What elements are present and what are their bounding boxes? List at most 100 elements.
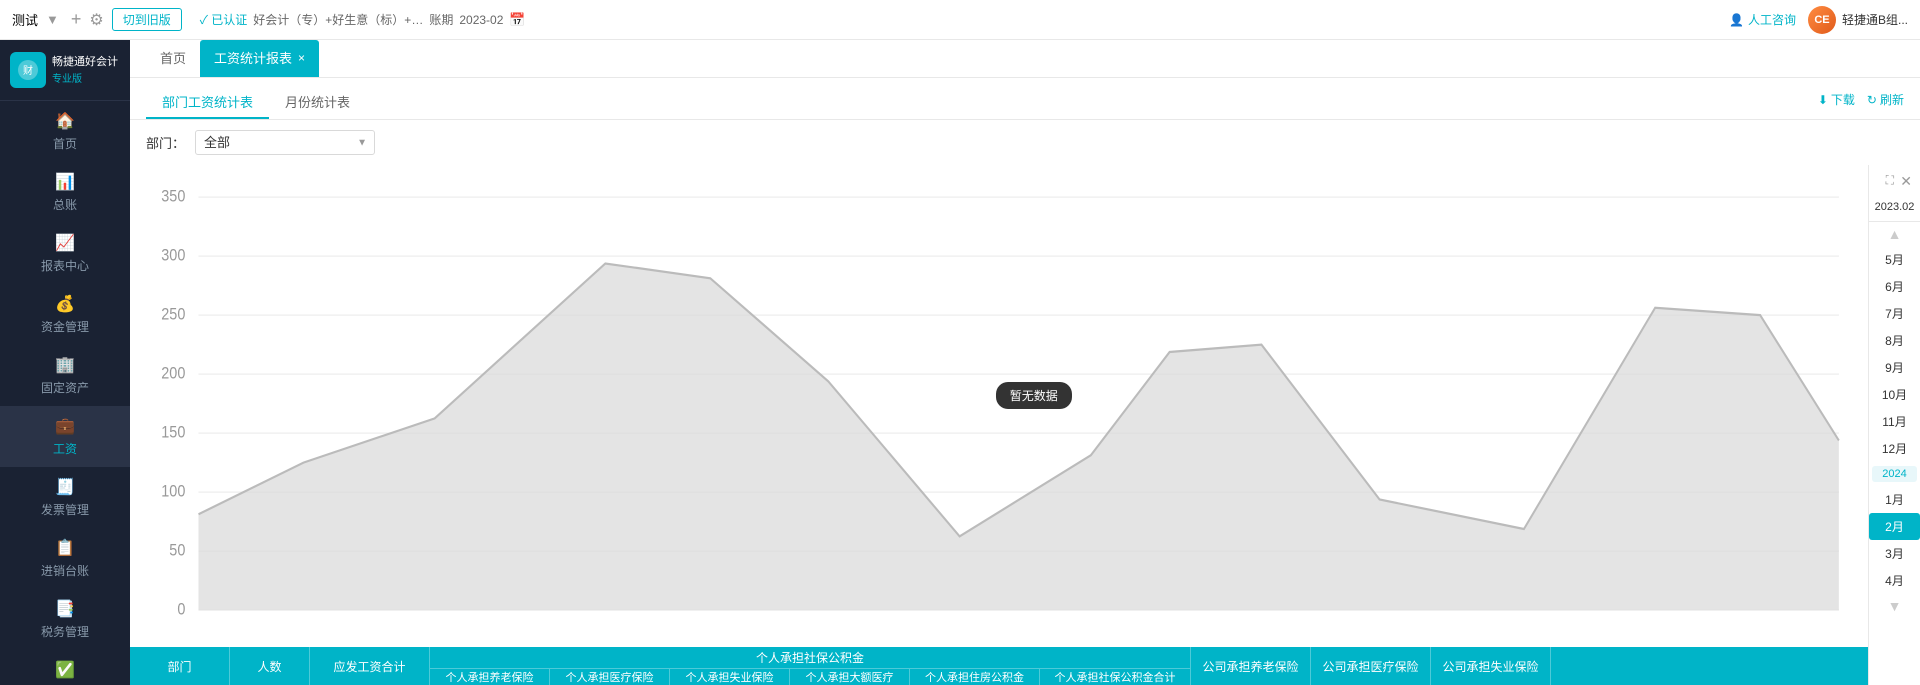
sales-icon: 📋 bbox=[55, 538, 75, 558]
filter-label: 部门： bbox=[146, 133, 185, 152]
period-label: 账期 bbox=[429, 11, 453, 28]
header-dropdown-arrow[interactable]: ▼ bbox=[46, 12, 59, 27]
dept-select[interactable]: 全部 财务部 人事部 销售部 技术部 bbox=[195, 130, 375, 155]
sidebar-item-settle[interactable]: ✅ 结账 bbox=[0, 650, 130, 685]
inner-content: 部门工资统计表 月份统计表 ⬇ 下载 ↻ 刷新 bbox=[130, 78, 1920, 685]
rs-month-1[interactable]: 1月 bbox=[1869, 486, 1920, 513]
col-personal-housing-fund: 个人承担住房公积金 bbox=[910, 669, 1040, 685]
group-personal-social: 个人承担社保公积金 个人承担养老保险 个人承担医疗保险 个人承担失业保险 个人承… bbox=[430, 647, 1191, 685]
chart-svg: 350 300 250 200 150 100 50 0 bbox=[146, 175, 1852, 647]
funds-icon: 💰 bbox=[55, 294, 75, 314]
help-label: 人工咨询 bbox=[1748, 11, 1796, 28]
tab-salary-label: 工资统计报表 bbox=[214, 48, 292, 67]
rs-month-2[interactable]: 2月 bbox=[1869, 513, 1920, 540]
sidebar-item-invoice[interactable]: 🧾 发票管理 bbox=[0, 467, 130, 528]
rs-month-3[interactable]: 3月 bbox=[1869, 540, 1920, 567]
svg-text:350: 350 bbox=[161, 188, 185, 206]
rs-month-5[interactable]: 5月 bbox=[1869, 246, 1920, 273]
tax-icon: 📑 bbox=[55, 599, 75, 619]
sidebar-item-label: 发票管理 bbox=[41, 501, 89, 518]
rs-month-11[interactable]: 11月 bbox=[1869, 408, 1920, 435]
sidebar-item-label: 首页 bbox=[53, 135, 77, 152]
svg-text:50: 50 bbox=[169, 542, 185, 560]
sidebar-item-tax[interactable]: 📑 税务管理 bbox=[0, 589, 130, 650]
sidebar-item-label: 总账 bbox=[53, 196, 77, 213]
close-right-sidebar-btn[interactable]: ✕ bbox=[1900, 173, 1912, 190]
chart-panel: 350 300 250 200 150 100 50 0 bbox=[130, 165, 1868, 685]
ledger-icon: 📊 bbox=[55, 172, 75, 192]
help-icon: 👤 bbox=[1729, 13, 1744, 27]
tab-home-label: 首页 bbox=[160, 48, 186, 67]
content-panel: 350 300 250 200 150 100 50 0 bbox=[130, 165, 1920, 685]
salary-icon: 💼 bbox=[55, 416, 75, 436]
rs-month-4[interactable]: 4月 bbox=[1869, 567, 1920, 594]
logo-icon: 财 bbox=[10, 52, 46, 88]
sidebar-item-assets[interactable]: 🏢 固定资产 bbox=[0, 345, 130, 406]
col-personal-major-medical: 个人承担大额医疗 bbox=[790, 669, 910, 685]
sub-tab-bar: 部门工资统计表 月份统计表 ⬇ 下载 ↻ 刷新 bbox=[130, 78, 1920, 120]
rs-month-6[interactable]: 6月 bbox=[1869, 273, 1920, 300]
user-menu[interactable]: CE 轻捷通B组... bbox=[1808, 6, 1908, 34]
col-headcount: 人数 bbox=[230, 647, 310, 685]
rs-month-10[interactable]: 10月 bbox=[1869, 381, 1920, 408]
header-tags: ✓ 已认证 好会计（专）+好生意（标）+… 账期 2023-02 📅 bbox=[200, 11, 526, 28]
calendar-icon[interactable]: 📅 bbox=[509, 12, 525, 28]
col-dept: 部门 bbox=[130, 647, 230, 685]
col-company-unemployment: 公司承担失业保险 bbox=[1431, 647, 1551, 685]
tab-salary-report[interactable]: 工资统计报表 × bbox=[200, 40, 319, 77]
col-personal-total: 个人承担社保公积金合计 bbox=[1040, 669, 1190, 685]
sidebar-item-salary[interactable]: 💼 工资 bbox=[0, 406, 130, 467]
invoice-icon: 🧾 bbox=[55, 477, 75, 497]
settings-icon[interactable]: ⚙ bbox=[89, 10, 103, 30]
dept-select-wrapper: 全部 财务部 人事部 销售部 技术部 bbox=[195, 130, 375, 155]
content-area: 首页 工资统计报表 × 部门工资统计表 月份统计表 ⬇ 下载 bbox=[130, 40, 1920, 685]
svg-text:100: 100 bbox=[161, 483, 185, 501]
sidebar-item-label: 报表中心 bbox=[41, 257, 89, 274]
svg-text:0: 0 bbox=[177, 601, 185, 619]
chart-tooltip: 暂无数据 bbox=[996, 382, 1072, 409]
sub-tab-dept-label: 部门工资统计表 bbox=[162, 95, 253, 110]
sidebar-item-ledger[interactable]: 📊 总账 bbox=[0, 162, 130, 223]
filter-bar: 部门： 全部 财务部 人事部 销售部 技术部 bbox=[130, 120, 1920, 165]
col-personal-unemployment: 个人承担失业保险 bbox=[670, 669, 790, 685]
header-right: 👤 人工咨询 CE 轻捷通B组... bbox=[1729, 6, 1908, 34]
chart-area: 350 300 250 200 150 100 50 0 bbox=[130, 165, 1868, 647]
rs-prev-arrow[interactable]: ▲ bbox=[1888, 222, 1902, 246]
expand-icon[interactable]: ⛶ bbox=[1886, 173, 1894, 188]
switch-old-btn[interactable]: 切到旧版 bbox=[112, 8, 182, 31]
rs-month-7[interactable]: 7月 bbox=[1869, 300, 1920, 327]
rs-next-arrow[interactable]: ▼ bbox=[1888, 594, 1902, 618]
help-btn[interactable]: 👤 人工咨询 bbox=[1729, 11, 1796, 28]
sub-tab-dept[interactable]: 部门工资统计表 bbox=[146, 86, 269, 119]
sidebar-item-label: 固定资产 bbox=[41, 379, 89, 396]
download-icon: ⬇ bbox=[1818, 93, 1828, 107]
svg-text:财: 财 bbox=[23, 64, 33, 77]
rs-month-9[interactable]: 9月 bbox=[1869, 354, 1920, 381]
sub-tab-monthly-label: 月份统计表 bbox=[285, 95, 350, 110]
svg-text:200: 200 bbox=[161, 365, 185, 383]
tag-details: 好会计（专）+好生意（标）+… bbox=[253, 11, 423, 28]
user-name: 轻捷通B组... bbox=[1842, 11, 1908, 28]
col-total-salary: 应发工资合计 bbox=[310, 647, 430, 685]
rs-month-8[interactable]: 8月 bbox=[1869, 327, 1920, 354]
sidebar-item-label: 税务管理 bbox=[41, 623, 89, 640]
reports-icon: 📈 bbox=[55, 233, 75, 253]
sub-tab-monthly[interactable]: 月份统计表 bbox=[269, 86, 366, 119]
add-icon[interactable]: + bbox=[71, 9, 82, 30]
sidebar-item-sales[interactable]: 📋 进销台账 bbox=[0, 528, 130, 589]
sidebar-item-reports[interactable]: 📈 报表中心 bbox=[0, 223, 130, 284]
sidebar-item-home[interactable]: 🏠 首页 bbox=[0, 101, 130, 162]
tab-home[interactable]: 首页 bbox=[146, 40, 200, 77]
tab-close-icon[interactable]: × bbox=[298, 51, 305, 65]
col-personal-medical: 个人承担医疗保险 bbox=[550, 669, 670, 685]
rs-year-2024[interactable]: 2024 bbox=[1872, 466, 1918, 482]
header-actions: + ⚙ 切到旧版 bbox=[71, 8, 182, 31]
sidebar-logo: 财 畅捷通好会计 专业版 bbox=[0, 40, 130, 101]
settle-icon: ✅ bbox=[55, 660, 75, 680]
sidebar-item-funds[interactable]: 💰 资金管理 bbox=[0, 284, 130, 345]
rs-month-12[interactable]: 12月 bbox=[1869, 435, 1920, 462]
rs-nav: ▲ 5月 6月 7月 8月 9月 10月 11月 12月 2024 1月 2月 … bbox=[1869, 222, 1920, 618]
col-company-medical: 公司承担医疗保险 bbox=[1311, 647, 1431, 685]
download-btn[interactable]: ⬇ 下载 bbox=[1818, 91, 1855, 108]
refresh-btn[interactable]: ↻ 刷新 bbox=[1867, 91, 1904, 108]
